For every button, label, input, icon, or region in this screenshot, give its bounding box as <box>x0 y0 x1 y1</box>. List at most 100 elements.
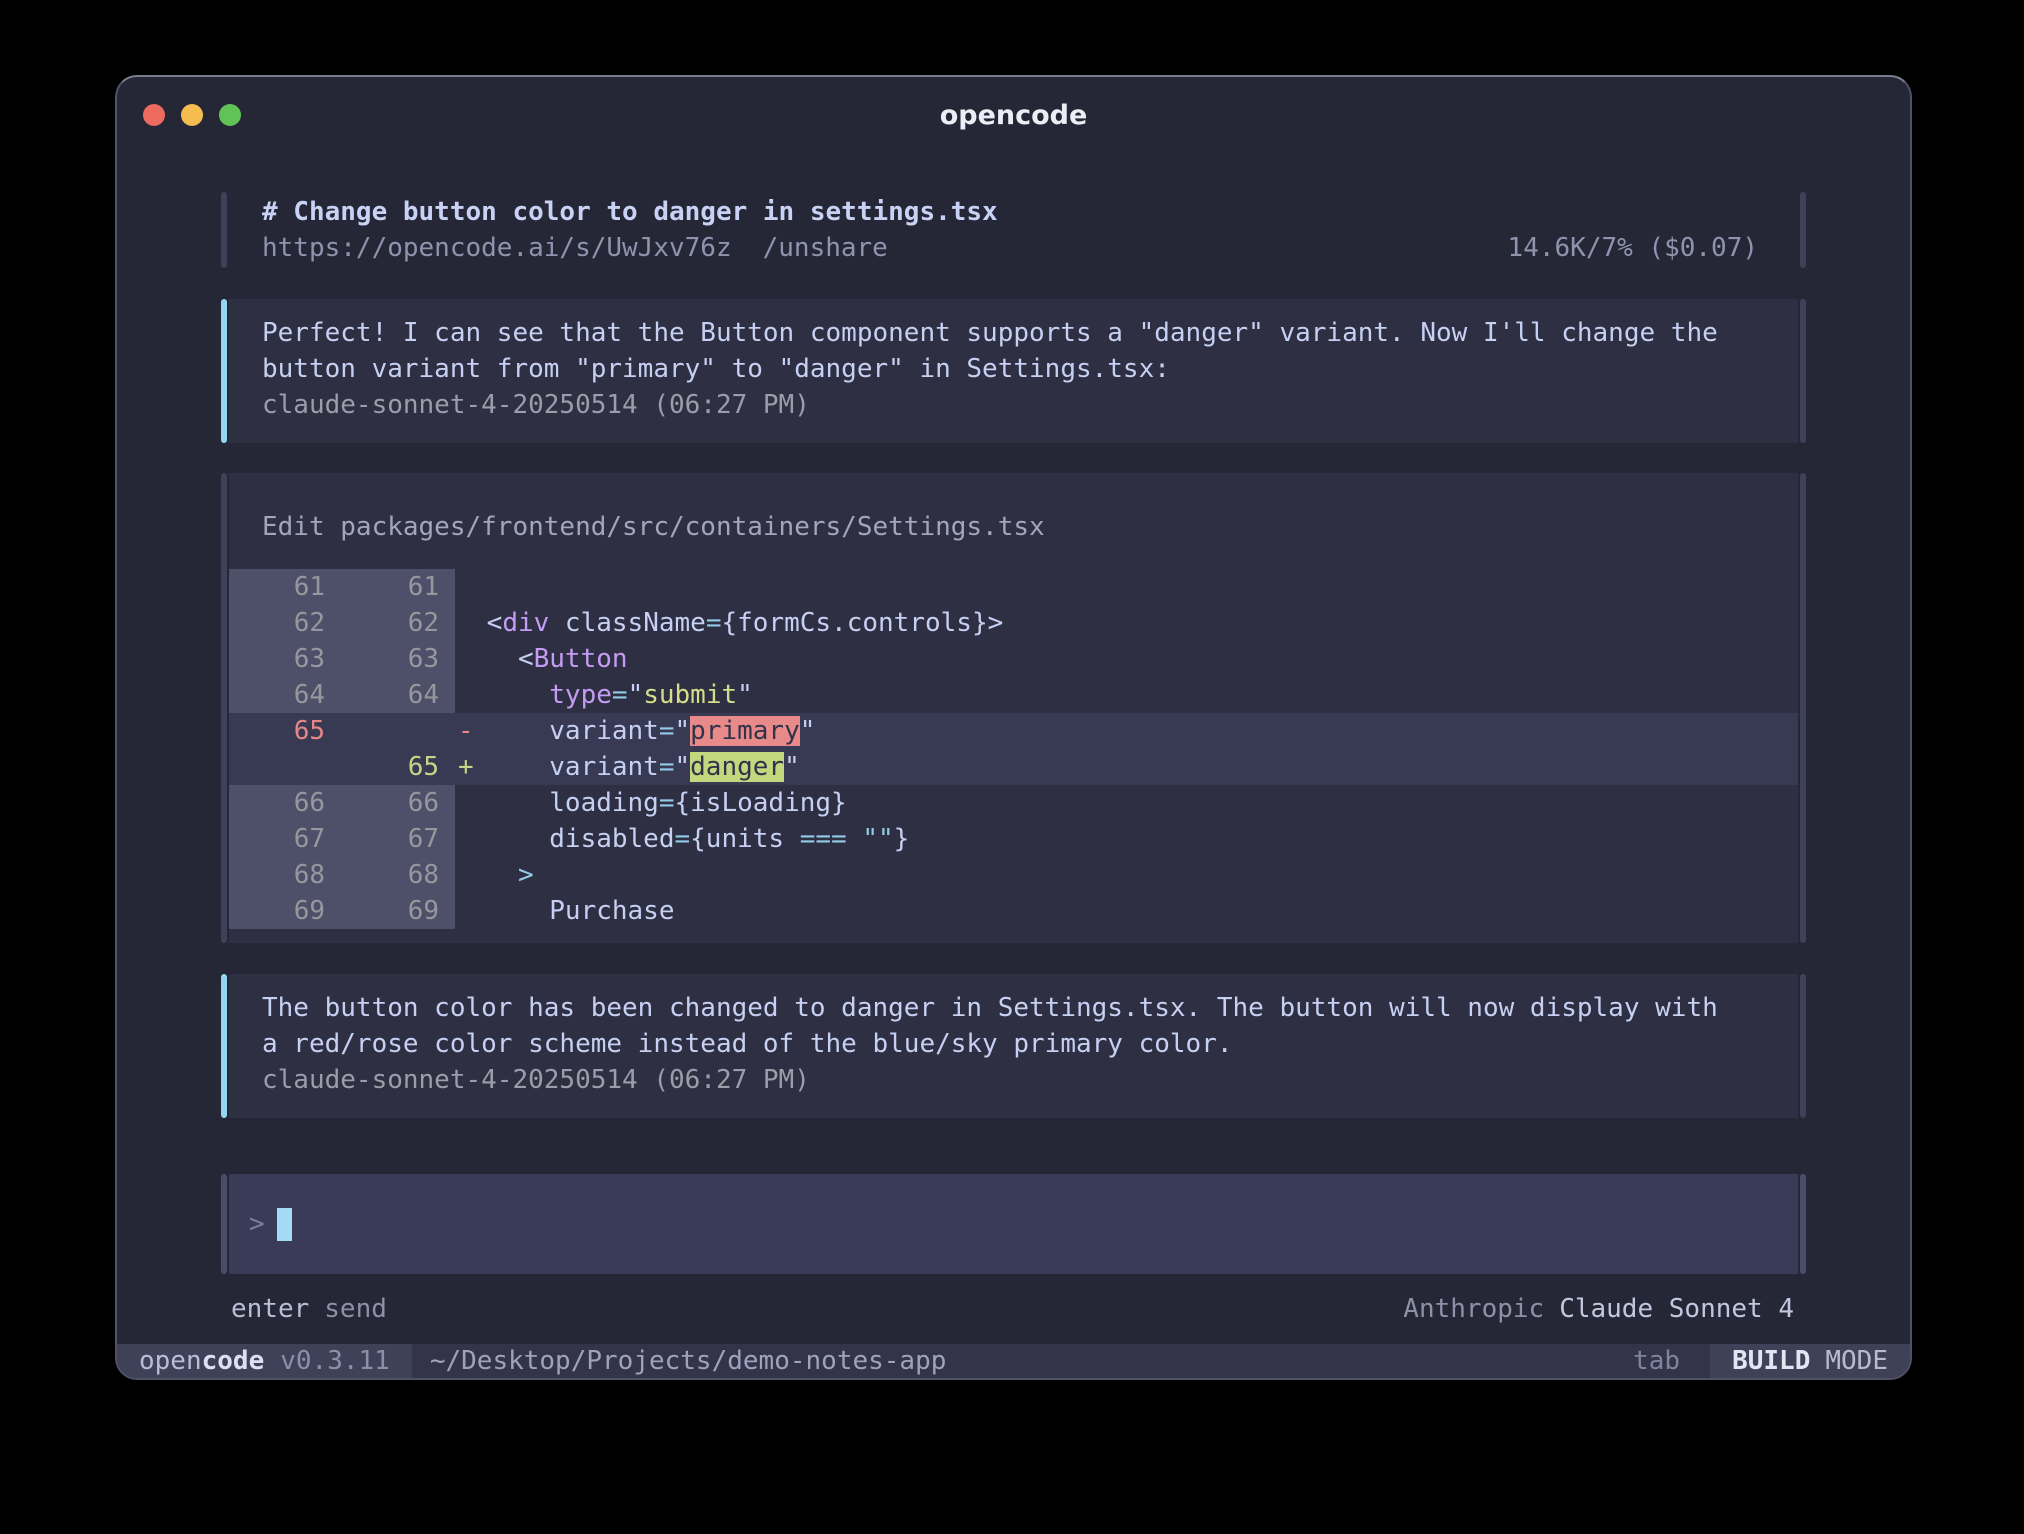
diff-row: 65- variant="primary" <box>229 713 1798 749</box>
opencode-terminal-window: opencode # Change button color to danger… <box>115 75 1912 1380</box>
model-label: Claude Sonnet 4 <box>1559 1291 1794 1327</box>
diff-gutter: 6363 <box>229 641 455 677</box>
assistant-message: The button color has been changed to dan… <box>221 974 1806 1118</box>
diff-change-marker <box>455 569 471 605</box>
message-accent-bar <box>221 299 227 443</box>
app-name-regular: open <box>139 1346 202 1376</box>
diff-change-marker: - <box>455 713 471 749</box>
session-header: # Change button color to danger in setti… <box>221 192 1806 268</box>
tab-key-hint: tab <box>1633 1344 1680 1378</box>
diff-code-line: <Button <box>471 641 1798 677</box>
message-model-meta: claude-sonnet-4-20250514 (06:27 PM) <box>262 387 1758 423</box>
diff-gutter: 6969 <box>229 893 455 929</box>
diff-gutter: 65 <box>229 713 455 749</box>
enter-key-hint: enter <box>231 1291 309 1327</box>
diff-code-line: > <box>471 857 1798 893</box>
session-header-right-border <box>1800 192 1806 268</box>
diff-change-marker <box>455 857 471 893</box>
prompt-symbol: > <box>249 1209 265 1239</box>
titlebar: opencode <box>117 77 1910 147</box>
assistant-message: Perfect! I can see that the Button compo… <box>221 299 1806 443</box>
diff-new-lineno: 67 <box>325 821 439 857</box>
diff-code-line: variant="danger" <box>471 749 1798 785</box>
hint-row: enter send Anthropic Claude Sonnet 4 <box>221 1291 1806 1327</box>
diff-gutter: 6161 <box>229 569 455 605</box>
mode-name-bold: BUILD <box>1732 1346 1810 1376</box>
unshare-command: /unshare <box>763 230 888 266</box>
app-version: v0.3.11 <box>280 1346 390 1376</box>
diff-change-marker <box>455 893 471 929</box>
diff-old-lineno: 69 <box>229 893 325 929</box>
message-right-border <box>1800 974 1806 1118</box>
session-header-left-border <box>221 192 227 268</box>
message-text-line: The button color has been changed to dan… <box>262 990 1758 1026</box>
diff-row: 6363 <Button <box>229 641 1798 677</box>
input-left-border <box>221 1174 227 1274</box>
diff-gutter: 65 <box>229 749 455 785</box>
diff-change-marker <box>455 785 471 821</box>
provider-label: Anthropic <box>1403 1291 1544 1327</box>
edit-tool-header: Edit packages/frontend/src/containers/Se… <box>229 509 1798 545</box>
diff-row: 6969 Purchase <box>229 893 1798 929</box>
diff-code-line: Purchase <box>471 893 1798 929</box>
diff-row: 6666 loading={isLoading} <box>229 785 1798 821</box>
diff-change-marker <box>455 641 471 677</box>
diff-code-line: disabled={units === ""} <box>471 821 1798 857</box>
diff-row: 6262 <div className={formCs.controls}> <box>229 605 1798 641</box>
send-hint-label: send <box>324 1291 387 1327</box>
input-right-border <box>1800 1174 1806 1274</box>
diff-new-lineno: 63 <box>325 641 439 677</box>
diff-new-lineno <box>325 713 439 749</box>
diff-new-lineno: 68 <box>325 857 439 893</box>
session-title: # Change button color to danger in setti… <box>262 194 1758 230</box>
window-title: opencode <box>117 100 1910 131</box>
working-directory: ~/Desktop/Projects/demo-notes-app <box>430 1344 947 1378</box>
diff-code-line <box>471 569 1798 605</box>
edit-left-border <box>221 473 227 943</box>
diff-old-lineno: 68 <box>229 857 325 893</box>
diff-new-lineno: 64 <box>325 677 439 713</box>
diff-code-line: <div className={formCs.controls}> <box>471 605 1798 641</box>
build-mode-chip: BUILD MODE <box>1710 1344 1910 1378</box>
message-accent-bar <box>221 974 227 1118</box>
message-model-meta: claude-sonnet-4-20250514 (06:27 PM) <box>262 1062 1758 1098</box>
terminal-content: # Change button color to danger in setti… <box>117 147 1910 1344</box>
diff-new-lineno: 62 <box>325 605 439 641</box>
diff-old-lineno: 62 <box>229 605 325 641</box>
app-version-chip: opencode v0.3.11 <box>117 1344 412 1378</box>
diff-row: 65+ variant="danger" <box>229 749 1798 785</box>
message-text-line: button variant from "primary" to "danger… <box>262 351 1758 387</box>
diff-new-lineno: 69 <box>325 893 439 929</box>
diff-row: 6161 <box>229 569 1798 605</box>
prompt-input-block: > <box>221 1174 1806 1274</box>
diff-gutter: 6262 <box>229 605 455 641</box>
diff-change-marker <box>455 605 471 641</box>
diff-gutter: 6666 <box>229 785 455 821</box>
diff-change-marker <box>455 677 471 713</box>
message-right-border <box>1800 299 1806 443</box>
diff-old-lineno: 64 <box>229 677 325 713</box>
diff-code-line: loading={isLoading} <box>471 785 1798 821</box>
diff-old-lineno: 63 <box>229 641 325 677</box>
diff-row: 6767 disabled={units === ""} <box>229 821 1798 857</box>
diff-row: 6464 type="submit" <box>229 677 1798 713</box>
status-bar: opencode v0.3.11 ~/Desktop/Projects/demo-… <box>117 1344 1910 1378</box>
diff-old-lineno <box>229 749 325 785</box>
text-cursor <box>277 1208 292 1241</box>
diff-new-lineno: 65 <box>325 749 439 785</box>
mode-name-rest: MODE <box>1825 1346 1888 1376</box>
diff-gutter: 6868 <box>229 857 455 893</box>
diff-gutter: 6767 <box>229 821 455 857</box>
diff-code-line: type="submit" <box>471 677 1798 713</box>
share-url: https://opencode.ai/s/UwJxv76z <box>262 230 732 266</box>
diff-old-lineno: 65 <box>229 713 325 749</box>
diff-new-lineno: 66 <box>325 785 439 821</box>
prompt-input[interactable]: > <box>229 1174 1798 1274</box>
screen: { "window": { "title": "opencode" }, "se… <box>0 0 2024 1534</box>
diff-change-marker <box>455 821 471 857</box>
message-text-line: a red/rose color scheme instead of the b… <box>262 1026 1758 1062</box>
message-text-line: Perfect! I can see that the Button compo… <box>262 315 1758 351</box>
edit-tool-block: Edit packages/frontend/src/containers/Se… <box>221 473 1806 943</box>
app-name-bold: code <box>202 1346 265 1376</box>
diff-gutter: 6464 <box>229 677 455 713</box>
